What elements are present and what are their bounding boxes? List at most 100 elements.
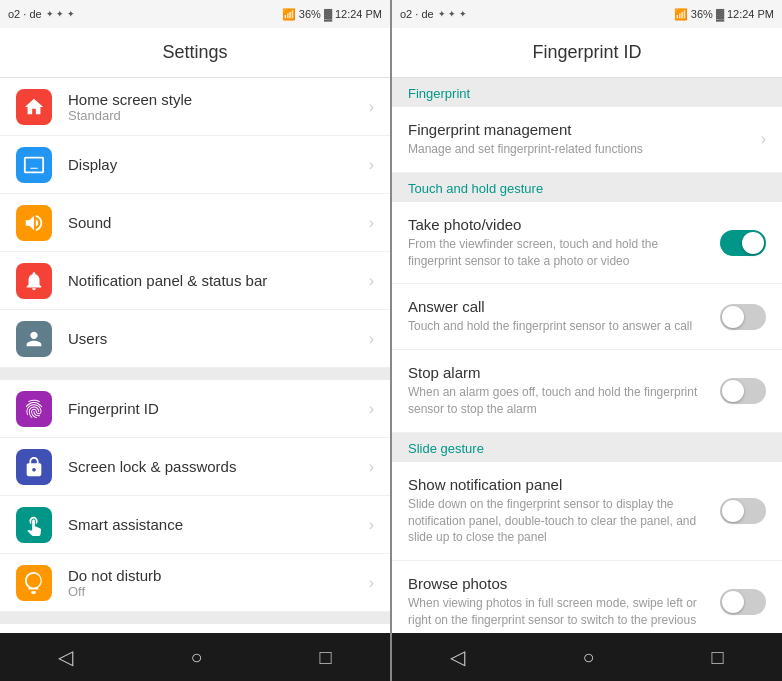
stop-alarm-item[interactable]: Stop alarm When an alarm goes off, touch… <box>392 350 782 433</box>
answer-call-content: Answer call Touch and hold the fingerpri… <box>408 298 712 335</box>
users-arrow: › <box>369 330 374 348</box>
do-not-disturb-arrow: › <box>369 574 374 592</box>
status-right-right: 📶 36% ▓ 12:24 PM <box>674 8 774 21</box>
time-left: 12:24 PM <box>335 8 382 20</box>
notification-label: Notification panel & status bar <box>68 272 361 289</box>
show-notification-item[interactable]: Show notification panel Slide down on th… <box>392 462 782 561</box>
battery-right: 36% <box>691 8 713 20</box>
fingerprint-id-item[interactable]: Fingerprint ID › <box>0 380 390 438</box>
browse-photos-toggle[interactable] <box>720 589 766 615</box>
section-divider-1 <box>0 368 390 380</box>
browse-photos-item[interactable]: Browse photos When viewing photos in ful… <box>392 561 782 633</box>
smart-assistance-label: Smart assistance <box>68 516 361 533</box>
home-button-right[interactable]: ○ <box>558 638 618 677</box>
settings-list: Home screen style Standard › Display › S… <box>0 78 390 633</box>
home-button-left[interactable]: ○ <box>166 638 226 677</box>
recent-button-right[interactable]: □ <box>687 638 747 677</box>
fingerprint-id-arrow: › <box>369 400 374 418</box>
fingerprint-management-desc: Manage and set fingerprint-related funct… <box>408 141 753 158</box>
fingerprint-management-item[interactable]: Fingerprint management Manage and set fi… <box>392 107 782 173</box>
huawei-id-item[interactable]: Huawei ID › <box>0 624 390 633</box>
sound-label: Sound <box>68 214 361 231</box>
stop-alarm-title: Stop alarm <box>408 364 712 381</box>
stop-alarm-toggle-knob <box>722 380 744 402</box>
display-item[interactable]: Display › <box>0 136 390 194</box>
take-photo-desc: From the viewfinder screen, touch and ho… <box>408 236 712 270</box>
take-photo-content: Take photo/video From the viewfinder scr… <box>408 216 712 270</box>
fingerprint-management-arrow: › <box>761 130 766 148</box>
back-button-right[interactable]: ◁ <box>426 637 489 677</box>
screen-lock-item[interactable]: Screen lock & passwords › <box>0 438 390 496</box>
recent-button-left[interactable]: □ <box>295 638 355 677</box>
do-not-disturb-label: Do not disturb <box>68 567 361 584</box>
display-icon <box>16 147 52 183</box>
section-slide-label: Slide gesture <box>392 433 782 462</box>
fingerprint-management-title: Fingerprint management <box>408 121 753 138</box>
show-notification-toggle-knob <box>722 500 744 522</box>
sound-item[interactable]: Sound › <box>0 194 390 252</box>
settings-header: Settings <box>0 28 390 78</box>
fingerprint-management-content: Fingerprint management Manage and set fi… <box>408 121 753 158</box>
smart-assistance-content: Smart assistance <box>68 516 361 533</box>
stop-alarm-toggle[interactable] <box>720 378 766 404</box>
smart-assistance-item[interactable]: Smart assistance › <box>0 496 390 554</box>
take-photo-title: Take photo/video <box>408 216 712 233</box>
sound-icon <box>16 205 52 241</box>
users-label: Users <box>68 330 361 347</box>
notification-content: Notification panel & status bar <box>68 272 361 289</box>
home-screen-value: Standard <box>68 108 361 123</box>
screen-lock-arrow: › <box>369 458 374 476</box>
fingerprint-header: Fingerprint ID <box>392 28 782 78</box>
home-screen-label: Home screen style <box>68 91 361 108</box>
display-content: Display <box>68 156 361 173</box>
browse-photos-toggle-knob <box>722 591 744 613</box>
bottom-nav-right: ◁ ○ □ <box>392 633 782 681</box>
signal-icon: 📶 <box>282 8 296 21</box>
status-bar-right: o2 · de ✦ ✦ ✦ 📶 36% ▓ 12:24 PM <box>392 0 782 28</box>
show-notification-toggle[interactable] <box>720 498 766 524</box>
take-photo-toggle-knob <box>742 232 764 254</box>
browse-photos-content: Browse photos When viewing photos in ful… <box>408 575 712 629</box>
browse-photos-desc: When viewing photos in full screen mode,… <box>408 595 712 629</box>
back-button-left[interactable]: ◁ <box>34 637 97 677</box>
bottom-nav-left: ◁ ○ □ <box>0 633 390 681</box>
users-content: Users <box>68 330 361 347</box>
fingerprint-title: Fingerprint ID <box>532 42 641 63</box>
take-photo-toggle[interactable] <box>720 230 766 256</box>
section-touch-hold-label: Touch and hold gesture <box>392 173 782 202</box>
notification-icon <box>16 263 52 299</box>
answer-call-title: Answer call <box>408 298 712 315</box>
fingerprint-id-icon <box>16 391 52 427</box>
answer-call-toggle[interactable] <box>720 304 766 330</box>
home-screen-style-item[interactable]: Home screen style Standard › <box>0 78 390 136</box>
settings-title: Settings <box>162 42 227 63</box>
screen-lock-label: Screen lock & passwords <box>68 458 361 475</box>
answer-call-desc: Touch and hold the fingerprint sensor to… <box>408 318 712 335</box>
take-photo-item[interactable]: Take photo/video From the viewfinder scr… <box>392 202 782 285</box>
status-bar-left: o2 · de ✦ ✦ ✦ 📶 36% ▓ 12:24 PM <box>0 0 390 28</box>
do-not-disturb-item[interactable]: Do not disturb Off › <box>0 554 390 612</box>
show-notification-title: Show notification panel <box>408 476 712 493</box>
screen-lock-content: Screen lock & passwords <box>68 458 361 475</box>
do-not-disturb-content: Do not disturb Off <box>68 567 361 599</box>
notification-arrow: › <box>369 272 374 290</box>
fingerprint-list: Fingerprint Fingerprint management Manag… <box>392 78 782 633</box>
settings-panel: o2 · de ✦ ✦ ✦ 📶 36% ▓ 12:24 PM Settings … <box>0 0 390 681</box>
fingerprint-id-content: Fingerprint ID <box>68 400 361 417</box>
sound-arrow: › <box>369 214 374 232</box>
show-notification-desc: Slide down on the fingerprint sensor to … <box>408 496 712 546</box>
carrier-left: o2 · de <box>8 8 42 20</box>
home-screen-content: Home screen style Standard <box>68 91 361 123</box>
users-item[interactable]: Users › <box>0 310 390 368</box>
status-right: 📶 36% ▓ 12:24 PM <box>282 8 382 21</box>
section-divider-2 <box>0 612 390 624</box>
section-fingerprint-label: Fingerprint <box>392 78 782 107</box>
display-arrow: › <box>369 156 374 174</box>
answer-call-toggle-knob <box>722 306 744 328</box>
status-right-left: o2 · de ✦ ✦ ✦ <box>400 8 467 20</box>
stop-alarm-content: Stop alarm When an alarm goes off, touch… <box>408 364 712 418</box>
home-screen-arrow: › <box>369 98 374 116</box>
answer-call-item[interactable]: Answer call Touch and hold the fingerpri… <box>392 284 782 350</box>
notification-item[interactable]: Notification panel & status bar › <box>0 252 390 310</box>
show-notification-content: Show notification panel Slide down on th… <box>408 476 712 546</box>
